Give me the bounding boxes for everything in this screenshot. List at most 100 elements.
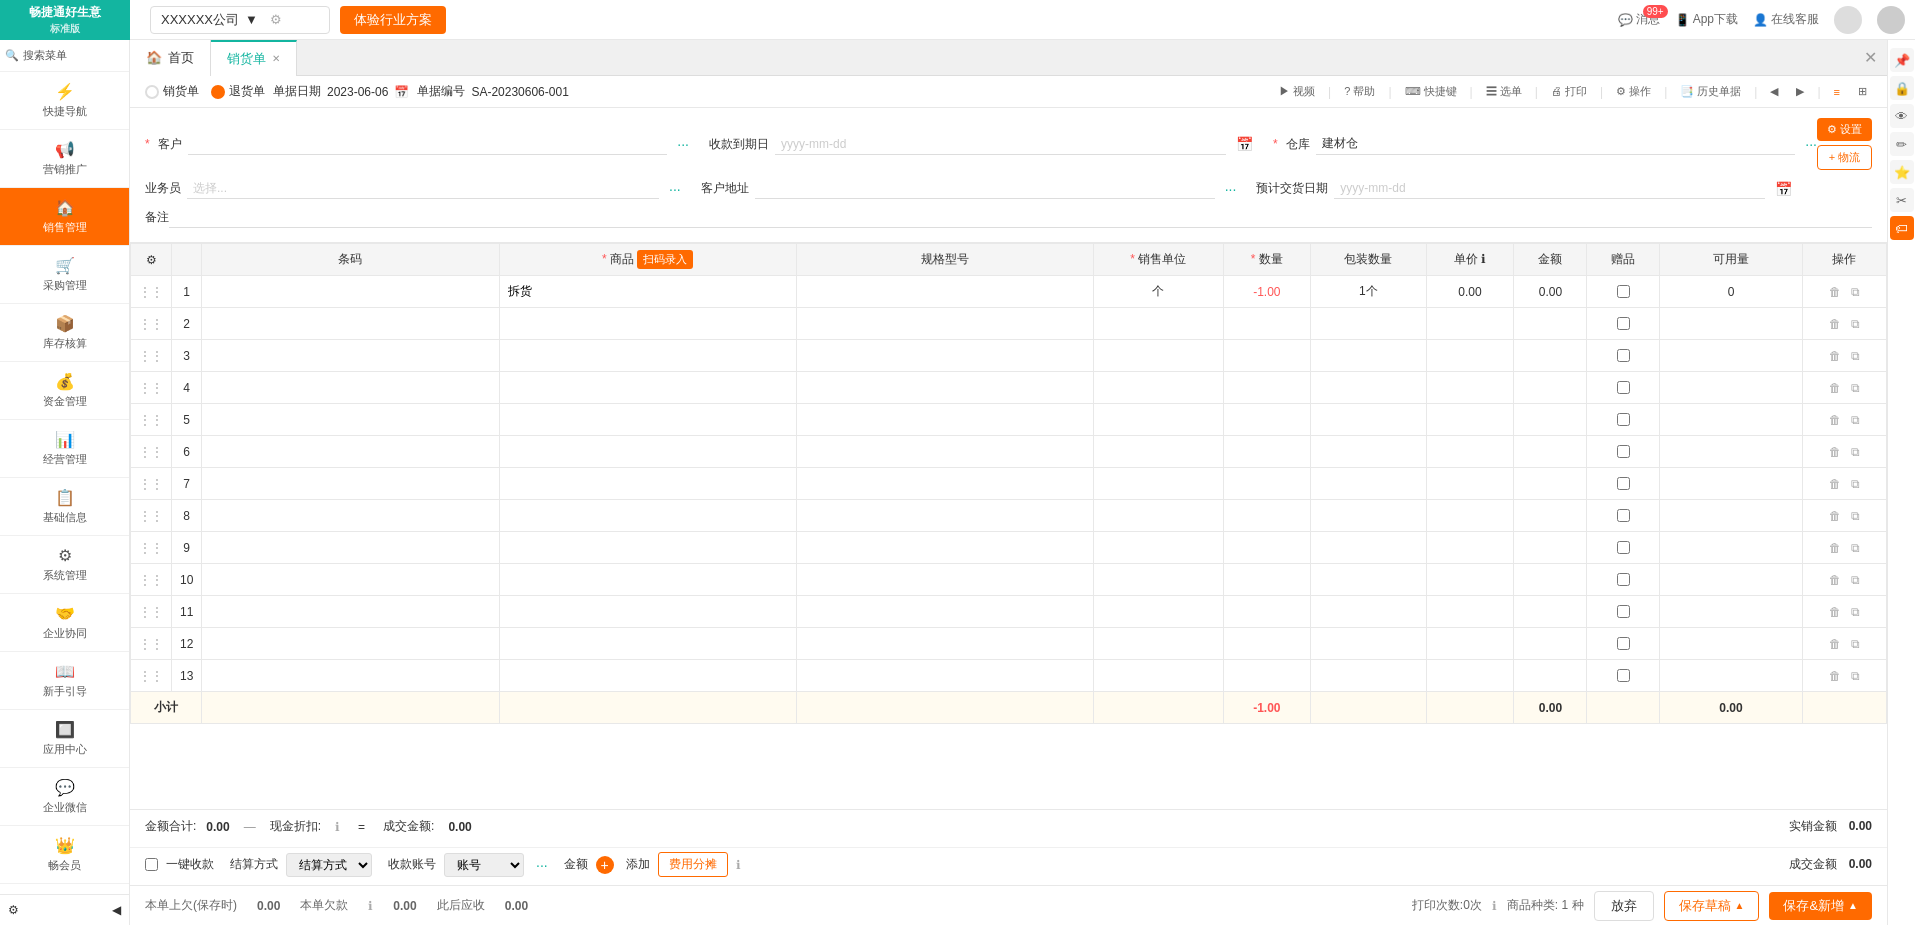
row-copy-icon[interactable]: ⧉ bbox=[1851, 637, 1860, 651]
row-qty[interactable] bbox=[1223, 340, 1310, 372]
row-pack-qty[interactable]: 1个 bbox=[1310, 276, 1426, 308]
tab-sales-order[interactable]: 销货单 ✕ bbox=[211, 40, 297, 76]
tab-home[interactable]: 🏠 首页 bbox=[130, 40, 211, 76]
row-delete-icon[interactable]: 🗑 bbox=[1829, 605, 1841, 619]
row-spec[interactable] bbox=[796, 436, 1093, 468]
row-copy-icon[interactable]: ⧉ bbox=[1851, 541, 1860, 555]
row-delete-icon[interactable]: 🗑 bbox=[1829, 413, 1841, 427]
row-drag-icon[interactable]: ⋮⋮ bbox=[131, 436, 172, 468]
row-product[interactable] bbox=[499, 596, 796, 628]
salesperson-ellipsis-icon[interactable]: ··· bbox=[669, 181, 681, 197]
next-icon[interactable]: ▶ bbox=[1791, 83, 1809, 100]
row-spec[interactable] bbox=[796, 564, 1093, 596]
row-spec[interactable] bbox=[796, 628, 1093, 660]
row-product[interactable] bbox=[499, 308, 796, 340]
row-drag-icon[interactable]: ⋮⋮ bbox=[131, 564, 172, 596]
row-product[interactable] bbox=[499, 372, 796, 404]
sidebar-item-marketing[interactable]: 📢 营销推广 bbox=[0, 130, 129, 188]
row-pack-qty[interactable] bbox=[1310, 372, 1426, 404]
row-pack-qty[interactable] bbox=[1310, 308, 1426, 340]
online-service-btn[interactable]: 👤 在线客服 bbox=[1753, 11, 1819, 28]
row-copy-icon[interactable]: ⧉ bbox=[1851, 413, 1860, 427]
row-spec[interactable] bbox=[796, 596, 1093, 628]
row-qty[interactable] bbox=[1223, 564, 1310, 596]
row-spec[interactable] bbox=[796, 660, 1093, 692]
row-barcode[interactable] bbox=[202, 660, 499, 692]
row-delete-icon[interactable]: 🗑 bbox=[1829, 637, 1841, 651]
product-type-icon[interactable]: ℹ bbox=[1492, 899, 1497, 913]
row-barcode[interactable] bbox=[202, 628, 499, 660]
row-product[interactable] bbox=[499, 468, 796, 500]
expected-date-calendar-icon[interactable]: 📅 bbox=[1775, 181, 1792, 197]
sidebar-item-guide[interactable]: 📖 新手引导 bbox=[0, 652, 129, 710]
close-all-tabs-icon[interactable]: ✕ bbox=[1864, 48, 1887, 67]
sidebar-search[interactable]: 🔍 搜索菜单 bbox=[0, 40, 129, 72]
row-qty[interactable] bbox=[1223, 372, 1310, 404]
company-selector[interactable]: XXXXXX公司 ▼ ⚙ bbox=[150, 6, 330, 34]
one-click-checkbox[interactable] bbox=[145, 858, 158, 871]
row-amount[interactable] bbox=[1514, 404, 1587, 436]
row-amount[interactable] bbox=[1514, 372, 1587, 404]
user-avatar2[interactable] bbox=[1877, 6, 1905, 34]
trial-button[interactable]: 体验行业方案 bbox=[340, 6, 446, 34]
save-new-button[interactable]: 保存&新增 ▲ bbox=[1769, 892, 1872, 920]
row-delete-icon[interactable]: 🗑 bbox=[1829, 349, 1841, 363]
sidebar-collapse-icon[interactable]: ◀ bbox=[112, 903, 121, 917]
row-barcode[interactable] bbox=[202, 564, 499, 596]
settlement-method-select[interactable]: 结算方式 bbox=[286, 853, 372, 877]
row-unit[interactable] bbox=[1093, 628, 1223, 660]
row-gift[interactable] bbox=[1587, 564, 1660, 596]
row-qty[interactable] bbox=[1223, 436, 1310, 468]
row-unit[interactable] bbox=[1093, 308, 1223, 340]
radio-return-order[interactable]: 退货单 bbox=[211, 83, 265, 100]
row-pack-qty[interactable] bbox=[1310, 500, 1426, 532]
row-product[interactable] bbox=[499, 564, 796, 596]
row-unit[interactable] bbox=[1093, 404, 1223, 436]
right-panel-star-btn[interactable]: ⭐ bbox=[1890, 160, 1914, 184]
row-unit[interactable] bbox=[1093, 436, 1223, 468]
row-product[interactable] bbox=[499, 532, 796, 564]
row-pack-qty[interactable] bbox=[1310, 436, 1426, 468]
row-price[interactable] bbox=[1426, 500, 1514, 532]
row-qty[interactable] bbox=[1223, 468, 1310, 500]
row-product[interactable] bbox=[499, 276, 796, 308]
row-pack-qty[interactable] bbox=[1310, 340, 1426, 372]
row-drag-icon[interactable]: ⋮⋮ bbox=[131, 404, 172, 436]
row-gift[interactable] bbox=[1587, 660, 1660, 692]
row-copy-icon[interactable]: ⧉ bbox=[1851, 605, 1860, 619]
radio-sales-order[interactable]: 销货单 bbox=[145, 83, 199, 100]
app-download-btn[interactable]: 📱 App下载 bbox=[1675, 11, 1738, 28]
row-barcode[interactable] bbox=[202, 500, 499, 532]
sidebar-item-member[interactable]: 👑 畅会员 bbox=[0, 826, 129, 884]
collect-date-calendar-icon[interactable]: 📅 bbox=[1236, 136, 1253, 152]
row-price[interactable] bbox=[1426, 596, 1514, 628]
row-drag-icon[interactable]: ⋮⋮ bbox=[131, 596, 172, 628]
row-delete-icon[interactable]: 🗑 bbox=[1829, 477, 1841, 491]
note-input[interactable] bbox=[169, 207, 1872, 228]
row-gift[interactable] bbox=[1587, 468, 1660, 500]
row-product[interactable] bbox=[499, 436, 796, 468]
row-qty[interactable] bbox=[1223, 308, 1310, 340]
row-amount[interactable] bbox=[1514, 532, 1587, 564]
row-delete-icon[interactable]: 🗑 bbox=[1829, 669, 1841, 683]
row-unit[interactable]: 个 bbox=[1093, 276, 1223, 308]
row-qty[interactable] bbox=[1223, 660, 1310, 692]
row-price[interactable] bbox=[1426, 628, 1514, 660]
help-btn[interactable]: ? 帮助 bbox=[1339, 82, 1380, 101]
row-spec[interactable] bbox=[796, 468, 1093, 500]
row-copy-icon[interactable]: ⧉ bbox=[1851, 509, 1860, 523]
user-avatar[interactable] bbox=[1834, 6, 1862, 34]
abandon-button[interactable]: 放弃 bbox=[1594, 891, 1654, 921]
row-delete-icon[interactable]: 🗑 bbox=[1829, 573, 1841, 587]
row-copy-icon[interactable]: ⧉ bbox=[1851, 317, 1860, 331]
row-product[interactable] bbox=[499, 340, 796, 372]
row-delete-icon[interactable]: 🗑 bbox=[1829, 509, 1841, 523]
row-amount[interactable] bbox=[1514, 468, 1587, 500]
row-barcode[interactable] bbox=[202, 404, 499, 436]
row-price[interactable] bbox=[1426, 660, 1514, 692]
th-settings[interactable]: ⚙ bbox=[131, 244, 172, 276]
row-delete-icon[interactable]: 🗑 bbox=[1829, 381, 1841, 395]
logistics-btn[interactable]: + 物流 bbox=[1817, 145, 1872, 170]
row-spec[interactable] bbox=[796, 532, 1093, 564]
calendar-icon[interactable]: 📅 bbox=[394, 85, 409, 99]
